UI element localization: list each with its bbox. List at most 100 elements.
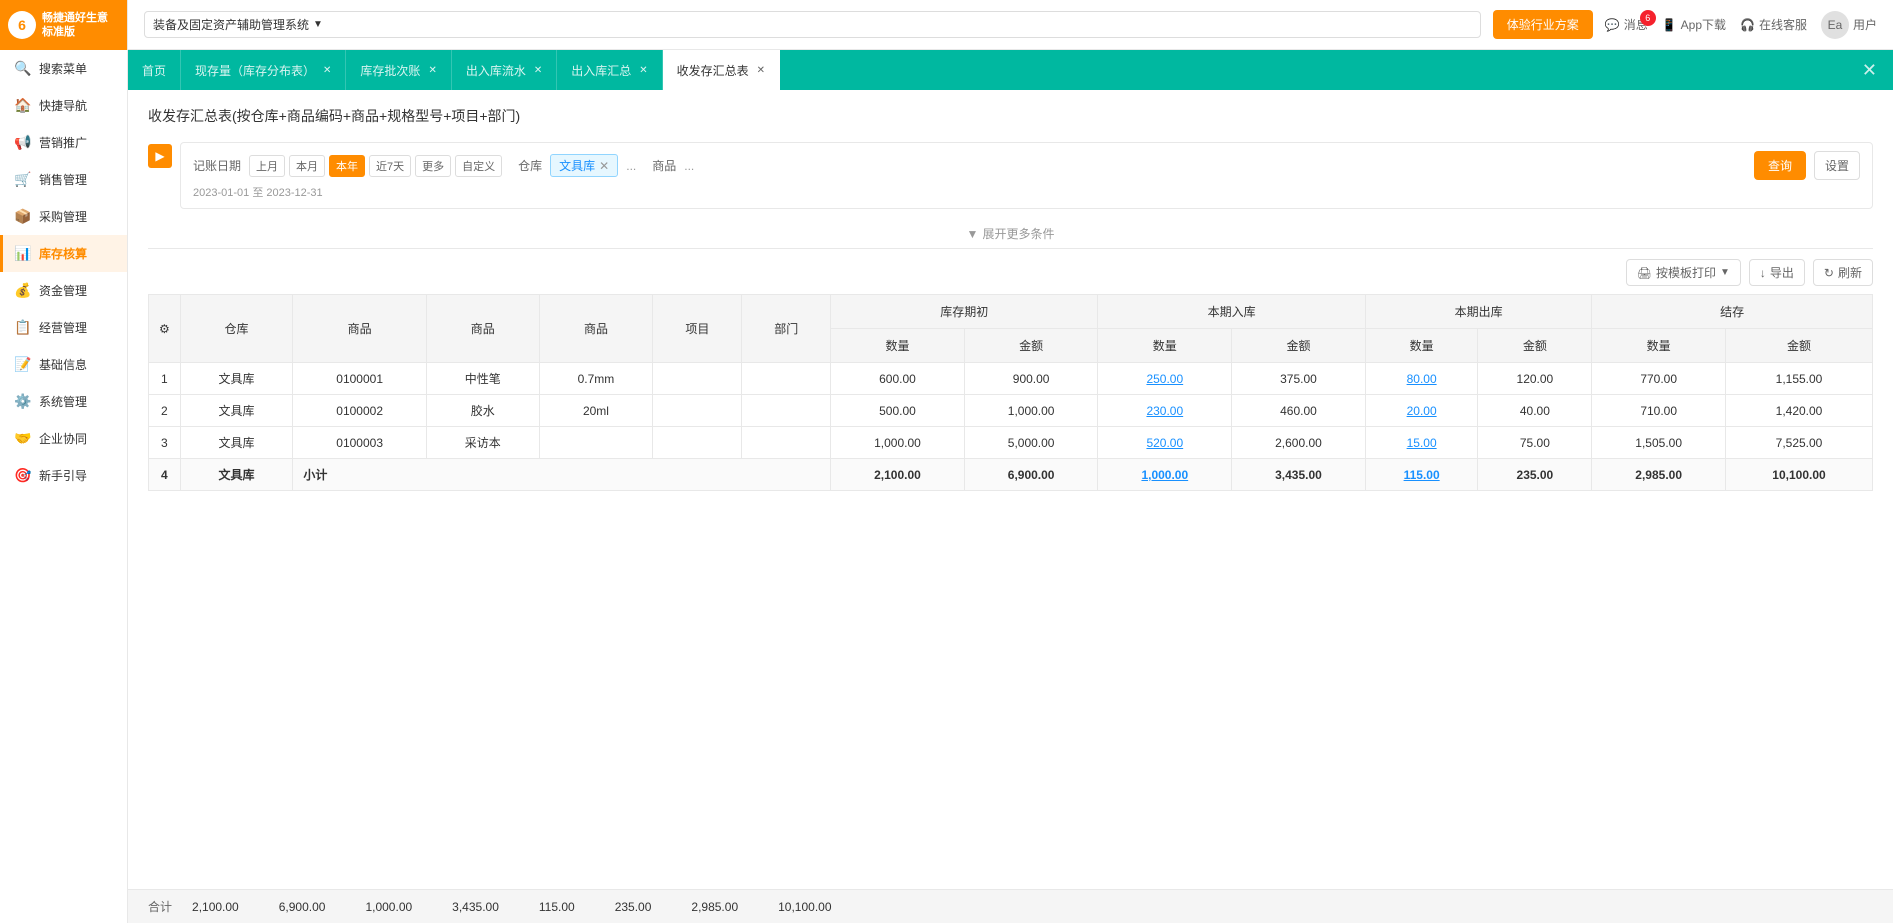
cell-out-qty[interactable]: 15.00 [1365,427,1478,459]
close-all-tabs-icon[interactable]: ✕ [1846,60,1893,81]
notification-badge: 6 [1640,10,1656,26]
tab-close-icon[interactable]: ✕ [428,65,436,76]
th-department: 部门 [742,295,831,363]
main-area: 装备及固定资产辅助管理系统 ▼ 体验行业方案 💬 6 消息 📱 App下载 🎧 … [128,0,1893,923]
cell-product-name: 胶水 [426,395,539,427]
tab-stock-distribution[interactable]: 现存量（库存分布表） ✕ [181,50,346,90]
money-icon: 💰 [15,283,31,299]
sidebar-item-sales[interactable]: 🛒 销售管理 [0,161,127,198]
cell-subtotal-out-qty[interactable]: 115.00 [1365,459,1478,491]
th-out-amount: 金额 [1478,329,1592,363]
th-out-group: 本期出库 [1365,295,1592,329]
cell-project [653,363,742,395]
filter-expand-icon[interactable]: ▶ [148,144,172,168]
cell-department [742,395,831,427]
query-button[interactable]: 查询 [1754,151,1806,180]
sidebar-item-label: 基础信息 [39,356,87,373]
product-filter-group: 商品 ... [652,157,694,174]
data-table: ⚙ 仓库 商品 商品 商品 项目 部门 库存期初 本期入库 本期出库 结存 数量 [148,294,1873,491]
tab-close-icon[interactable]: ✕ [639,65,647,76]
sidebar-item-finance[interactable]: 💰 资金管理 [0,272,127,309]
sidebar-item-basic-info[interactable]: 📝 基础信息 [0,346,127,383]
tab-batch-account[interactable]: 库存批次账 ✕ [346,50,451,90]
date-range-display: 2023-01-01 至 2023-12-31 [193,184,1860,200]
export-button[interactable]: ↓ 导出 [1749,259,1805,286]
tab-inout-flow[interactable]: 出入库流水 ✕ [452,50,557,90]
cell-in-qty[interactable]: 520.00 [1098,427,1232,459]
sidebar-item-label: 新手引导 [39,467,87,484]
cell-subtotal-label: 小计 [293,459,831,491]
doc-icon: 📝 [15,357,31,373]
total-opening-qty: 2,100.00 [192,900,239,914]
total-out-amount: 235.00 [615,900,652,914]
cell-in-amount: 460.00 [1232,395,1366,427]
sidebar-item-marketing[interactable]: 📢 营销推广 [0,124,127,161]
tab-close-icon[interactable]: ✕ [534,65,542,76]
total-closing-amount: 10,100.00 [778,900,831,914]
expand-more-button[interactable]: ▼ 展开更多条件 [967,225,1055,242]
handshake-icon: 🤝 [15,431,31,447]
shortcut-7days[interactable]: 近7天 [369,155,411,177]
warehouse-tag-close-icon[interactable]: ✕ [599,159,609,173]
notification-item[interactable]: 💬 6 消息 [1605,16,1648,33]
chart-icon: 📊 [15,246,31,262]
refresh-button[interactable]: ↻ 刷新 [1813,259,1873,286]
cell-warehouse: 文具库 [180,427,293,459]
mobile-icon: 📱 [1662,18,1677,32]
print-button[interactable]: 🖨 按模板打印 ▼ [1626,259,1741,286]
sidebar-item-inventory[interactable]: 📊 库存核算 [0,235,127,272]
sidebar-item-label: 搜索菜单 [39,60,87,77]
cell-subtotal-out-amount: 235.00 [1478,459,1592,491]
th-product-name: 商品 [426,295,539,363]
cell-no: 3 [149,427,181,459]
sidebar-item-search[interactable]: 🔍 搜索菜单 [0,50,127,87]
sidebar-item-label: 企业协同 [39,430,87,447]
tab-receive-summary[interactable]: 收发存汇总表 ✕ [663,50,780,90]
warehouse-more-icon[interactable]: ... [626,159,636,173]
cell-closing-amount: 7,525.00 [1726,427,1873,459]
cell-no: 1 [149,363,181,395]
bell-icon: 💬 [1605,18,1620,32]
tab-close-icon[interactable]: ✕ [757,65,765,76]
shortcut-this-month[interactable]: 本月 [289,155,325,177]
avatar: Ea [1821,11,1849,39]
sidebar-item-quick-nav[interactable]: 🏠 快捷导航 [0,87,127,124]
app-download-item[interactable]: 📱 App下载 [1662,16,1726,33]
sidebar-item-operations[interactable]: 📋 经营管理 [0,309,127,346]
sidebar-item-system[interactable]: ⚙️ 系统管理 [0,383,127,420]
cell-opening-qty: 1,000.00 [831,427,965,459]
export-icon: ↓ [1760,266,1766,280]
user-item[interactable]: Ea 用户 [1821,11,1877,39]
system-title: 装备及固定资产辅助管理系统 ▼ [144,11,1481,38]
tab-close-icon[interactable]: ✕ [323,65,331,76]
home-icon: 🏠 [15,98,31,114]
cell-in-qty[interactable]: 230.00 [1098,395,1232,427]
cell-subtotal-in-qty[interactable]: 1,000.00 [1098,459,1232,491]
logo-text: 畅捷通好生意 标准版 [42,11,108,40]
tab-inout-summary[interactable]: 出入库汇总 ✕ [557,50,662,90]
experience-button[interactable]: 体验行业方案 [1493,10,1593,39]
sidebar-item-purchase[interactable]: 📦 采购管理 [0,198,127,235]
shortcut-this-year[interactable]: 本年 [329,155,365,177]
cell-in-qty[interactable]: 250.00 [1098,363,1232,395]
warehouse-tag: 文具库 ✕ [550,154,618,177]
system-selector[interactable]: 装备及固定资产辅助管理系统 ▼ [144,11,1481,38]
shortcut-custom[interactable]: 自定义 [455,155,502,177]
cart-icon: 🛒 [15,172,31,188]
cell-subtotal-in-amount: 3,435.00 [1232,459,1366,491]
settings-button[interactable]: 设置 [1814,151,1860,180]
cell-closing-qty: 1,505.00 [1592,427,1726,459]
shortcut-last-month[interactable]: 上月 [249,155,285,177]
product-more-icon[interactable]: ... [684,159,694,173]
tab-home[interactable]: 首页 [128,50,181,90]
cell-out-qty[interactable]: 80.00 [1365,363,1478,395]
shortcut-more[interactable]: 更多 [415,155,451,177]
sidebar-item-guide[interactable]: 🎯 新手引导 [0,457,127,494]
sidebar-item-enterprise[interactable]: 🤝 企业协同 [0,420,127,457]
chevron-down-icon: ▼ [1720,267,1730,278]
cell-in-amount: 2,600.00 [1232,427,1366,459]
th-closing-amount: 金额 [1726,329,1873,363]
th-in-qty: 数量 [1098,329,1232,363]
cell-out-qty[interactable]: 20.00 [1365,395,1478,427]
online-service-item[interactable]: 🎧 在线客服 [1740,16,1807,33]
